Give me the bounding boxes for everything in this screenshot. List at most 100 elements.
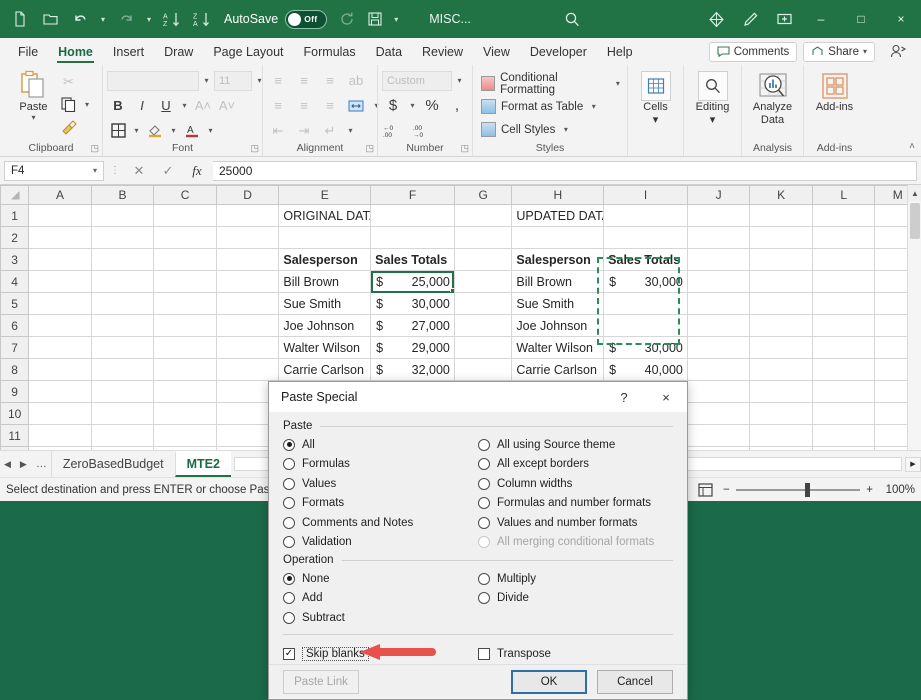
cell-K12[interactable] [750, 447, 813, 451]
cancel-button[interactable]: Cancel [597, 670, 673, 694]
cell-H1[interactable]: UPDATED DATA [512, 205, 604, 227]
decrease-font-size-icon[interactable]: A˅ [216, 95, 238, 116]
cell-E5[interactable]: Sue Smith [279, 293, 371, 315]
comments-button[interactable]: Comments [709, 42, 798, 62]
conditional-formatting-button[interactable]: Conditional Formatting ▾ [481, 72, 623, 95]
row-header-6[interactable]: 6 [1, 315, 29, 337]
cell-D3[interactable] [216, 249, 279, 271]
cell-J12[interactable] [687, 447, 750, 451]
cell-I4[interactable]: $ 30,000 [604, 271, 688, 293]
cell-J9[interactable] [687, 381, 750, 403]
tab-help[interactable]: Help [597, 38, 643, 65]
align-top-icon[interactable]: ≡ [267, 70, 289, 91]
cells-button[interactable]: Cells ▾ [630, 68, 682, 126]
radio-indicator[interactable] [283, 536, 295, 548]
alignment-dialog-launcher[interactable]: ◳ [365, 143, 374, 154]
column-header-e[interactable]: E [279, 186, 371, 205]
zoom-out-button[interactable]: − [723, 484, 730, 496]
undo-dropdown-icon[interactable]: ▾ [96, 6, 110, 32]
column-header-c[interactable]: C [154, 186, 217, 205]
comma-format-icon[interactable]: , [446, 95, 468, 116]
cell-B8[interactable] [91, 359, 154, 381]
paste-button[interactable]: Paste ▾ [10, 68, 58, 122]
accounting-dropdown-icon[interactable]: ▾ [407, 101, 418, 110]
tab-review[interactable]: Review [412, 38, 473, 65]
radio-paste-validation[interactable]: Validation [283, 533, 478, 553]
scrollbar-thumb[interactable] [910, 203, 920, 239]
cell-K8[interactable] [750, 359, 813, 381]
cell-D8[interactable] [216, 359, 279, 381]
cell-D2[interactable] [216, 227, 279, 249]
cell-E4[interactable]: Bill Brown [279, 271, 371, 293]
font-color-icon[interactable]: A [181, 120, 203, 141]
zoom-in-button[interactable]: + [866, 484, 873, 496]
column-header-l[interactable]: L [812, 186, 875, 205]
cell-F2[interactable] [371, 227, 455, 249]
row-header-4[interactable]: 4 [1, 271, 29, 293]
checkbox-indicator[interactable]: ✓ [283, 648, 295, 660]
row-header-1[interactable]: 1 [1, 205, 29, 227]
decrease-indent-icon[interactable]: ⇤ [267, 120, 289, 141]
column-header-b[interactable]: B [91, 186, 154, 205]
paste-dropdown-icon[interactable]: ▾ [31, 113, 35, 122]
open-icon[interactable] [36, 5, 64, 33]
cell-A5[interactable] [29, 293, 92, 315]
page-layout-icon[interactable] [695, 482, 715, 498]
underline-icon[interactable]: U [155, 95, 177, 116]
cell-C5[interactable] [154, 293, 217, 315]
cell-K6[interactable] [750, 315, 813, 337]
cell-B7[interactable] [91, 337, 154, 359]
cell-C12[interactable] [154, 447, 217, 451]
cell-L6[interactable] [812, 315, 875, 337]
tab-draw[interactable]: Draw [154, 38, 203, 65]
radio-indicator[interactable] [283, 458, 295, 470]
format-as-table-button[interactable]: Format as Table ▾ [481, 95, 599, 118]
cell-B9[interactable] [91, 381, 154, 403]
save-icon[interactable] [361, 5, 389, 33]
cell-C3[interactable] [154, 249, 217, 271]
redo-dropdown-icon[interactable]: ▾ [142, 6, 156, 32]
cell-K5[interactable] [750, 293, 813, 315]
row-header-3[interactable]: 3 [1, 249, 29, 271]
search-icon[interactable] [555, 2, 589, 36]
cell-I8[interactable]: $ 40,000 [604, 359, 688, 381]
cell-K3[interactable] [750, 249, 813, 271]
share-people-icon[interactable] [881, 35, 915, 69]
row-header-9[interactable]: 9 [1, 381, 29, 403]
cell-C4[interactable] [154, 271, 217, 293]
analyze-data-button[interactable]: Analyze Data [745, 68, 801, 126]
editing-button[interactable]: Editing ▾ [687, 68, 739, 126]
radio-operation-subtract[interactable]: Subtract [283, 608, 478, 628]
formula-input[interactable]: 25000 [213, 161, 917, 181]
cell-I5[interactable] [604, 293, 688, 315]
cell-B10[interactable] [91, 403, 154, 425]
cell-H8[interactable]: Carrie Carlson [512, 359, 604, 381]
cell-H7[interactable]: Walter Wilson [512, 337, 604, 359]
cell-A1[interactable] [29, 205, 92, 227]
tab-file[interactable]: File [8, 38, 48, 65]
column-header-j[interactable]: J [687, 186, 750, 205]
column-header-g[interactable]: G [454, 186, 512, 205]
cell-K9[interactable] [750, 381, 813, 403]
cell-L7[interactable] [812, 337, 875, 359]
close-icon[interactable]: × [645, 382, 687, 412]
pen-icon[interactable] [733, 2, 767, 36]
radio-indicator[interactable] [283, 573, 295, 585]
cell-K1[interactable] [750, 205, 813, 227]
sheet-nav-next-icon[interactable]: ▶ [20, 459, 27, 470]
accounting-format-icon[interactable]: $ [382, 95, 404, 116]
column-header-d[interactable]: D [216, 186, 279, 205]
cell-C11[interactable] [154, 425, 217, 447]
cell-G7[interactable] [454, 337, 512, 359]
cell-G6[interactable] [454, 315, 512, 337]
cell-A11[interactable] [29, 425, 92, 447]
cell-F6[interactable]: $ 27,000 [371, 315, 455, 337]
cell-G3[interactable] [454, 249, 512, 271]
cell-L9[interactable] [812, 381, 875, 403]
editing-dropdown-icon[interactable]: ▾ [710, 113, 716, 126]
cell-L5[interactable] [812, 293, 875, 315]
radio-paste-formats[interactable]: Formats [283, 494, 478, 514]
cell-B12[interactable] [91, 447, 154, 451]
cell-G2[interactable] [454, 227, 512, 249]
vertical-scrollbar[interactable]: ▲ [907, 185, 921, 450]
